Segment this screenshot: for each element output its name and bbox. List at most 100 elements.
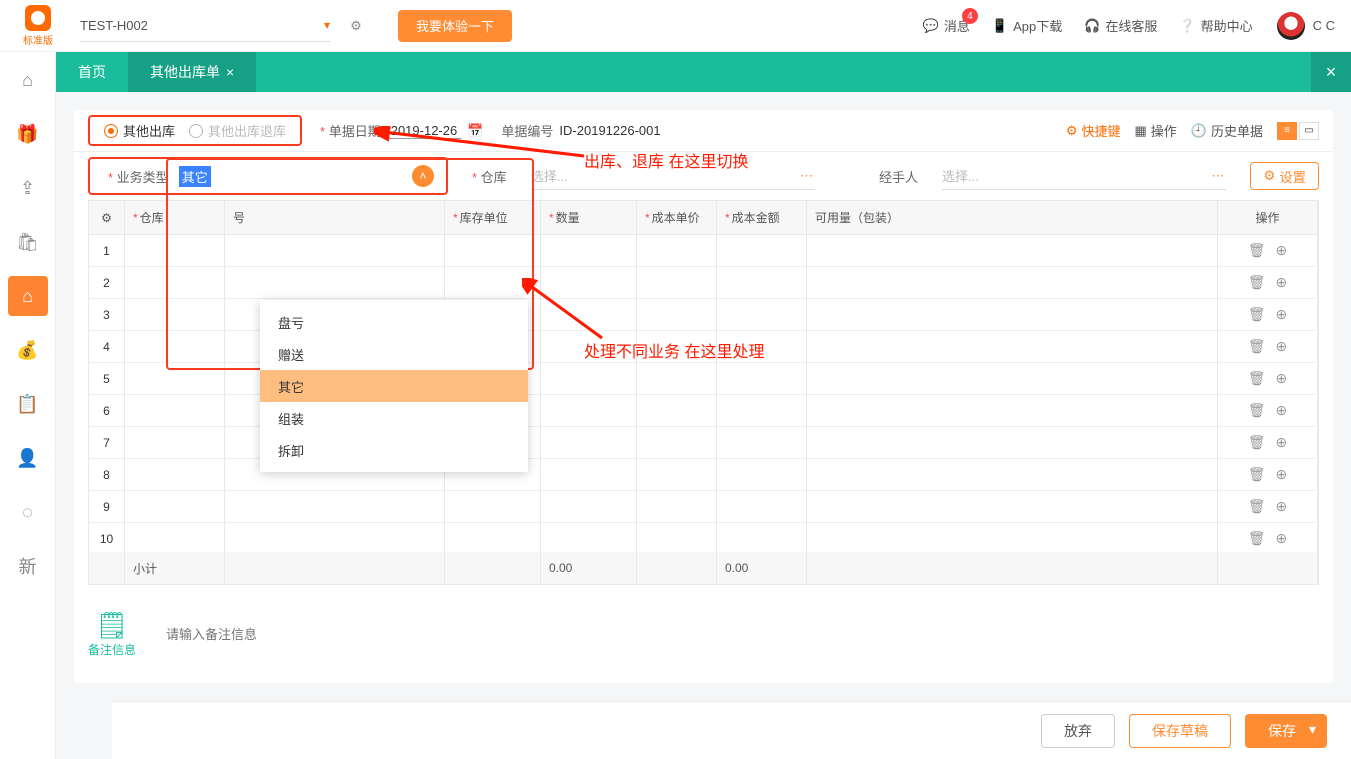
- history-link[interactable]: 🕘 历史单据: [1191, 121, 1263, 140]
- nav-home[interactable]: ⌂: [8, 60, 48, 100]
- dropdown-item[interactable]: 拆卸: [260, 434, 528, 466]
- dropdown-item[interactable]: 盘亏: [260, 306, 528, 338]
- app-download-link[interactable]: 📱 App下载: [992, 16, 1062, 35]
- add-row-icon[interactable]: ⊕: [1276, 306, 1288, 323]
- delete-icon[interactable]: 🗑: [1248, 530, 1266, 547]
- messages-badge: 4: [962, 8, 978, 24]
- table-row[interactable]: 1 🗑 ⊕: [89, 235, 1318, 267]
- add-row-icon[interactable]: ⊕: [1276, 530, 1288, 547]
- nav-clipboard[interactable]: 📋: [8, 384, 48, 424]
- discard-button[interactable]: 放弃: [1041, 714, 1115, 748]
- add-row-icon[interactable]: ⊕: [1276, 498, 1288, 515]
- nav-contact[interactable]: 👤: [8, 438, 48, 478]
- add-row-icon[interactable]: ⊕: [1276, 434, 1288, 451]
- doc-date-field: 单据日期 2019-12-26 📅: [320, 121, 483, 140]
- row-index: 1: [89, 235, 125, 266]
- row-actions: 🗑⊕: [1218, 427, 1318, 458]
- add-row-icon[interactable]: ⊕: [1276, 338, 1288, 355]
- online-service-link[interactable]: 🎧 在线客服: [1084, 16, 1157, 35]
- close-icon[interactable]: ×: [226, 64, 234, 80]
- handler-label: 经手人: [879, 167, 918, 186]
- phone-icon: 📱: [992, 18, 1008, 34]
- nav-upload[interactable]: ⇪: [8, 168, 48, 208]
- gear-icon: ⚙: [1066, 123, 1078, 139]
- delete-icon[interactable]: 🗑: [1248, 498, 1266, 515]
- add-row-icon[interactable]: ⊕: [1276, 402, 1288, 419]
- subtotal-qty: 0.00: [541, 552, 637, 584]
- messages-link[interactable]: 💬 消息 4: [923, 16, 970, 35]
- nav-bag[interactable]: 🛍: [8, 222, 48, 262]
- warehouse-select[interactable]: 选择... ⋯: [531, 162, 815, 190]
- nav-warehouse[interactable]: ⌂: [8, 276, 48, 316]
- radio-return-label: 其他出库退库: [208, 121, 286, 140]
- row-index: 7: [89, 427, 125, 458]
- close-all-tabs[interactable]: ×: [1311, 52, 1351, 92]
- add-row-icon[interactable]: ⊕: [1276, 370, 1288, 387]
- save-draft-button[interactable]: 保存草稿: [1129, 714, 1231, 748]
- help-label: 帮助中心: [1201, 16, 1253, 35]
- add-row-icon[interactable]: ⊕: [1276, 466, 1288, 483]
- dropdown-item[interactable]: 组装: [260, 402, 528, 434]
- view-card-button[interactable]: ▭: [1299, 122, 1319, 140]
- trial-button[interactable]: 我要体验一下: [398, 10, 512, 42]
- col-settings[interactable]: ⚙: [89, 201, 125, 234]
- delete-icon[interactable]: 🗑: [1248, 434, 1266, 451]
- help-center-link[interactable]: ❔ 帮助中心: [1179, 16, 1252, 35]
- operate-link[interactable]: ▦ 操作: [1134, 121, 1176, 140]
- docno-label: 单据编号: [501, 121, 553, 140]
- shortcut-link[interactable]: ⚙ 快捷键: [1066, 121, 1121, 140]
- delete-icon[interactable]: 🗑: [1248, 402, 1266, 419]
- save-button[interactable]: 保存: [1245, 714, 1327, 748]
- business-type-field[interactable]: 业务类型 其它 ˄: [88, 157, 448, 195]
- row-actions: 🗑⊕: [1218, 395, 1318, 426]
- col-unit: *库存单位: [445, 201, 541, 234]
- operate-label: 操作: [1151, 121, 1177, 140]
- org-settings-button[interactable]: ⚙: [342, 12, 370, 40]
- username: C C: [1313, 18, 1335, 33]
- delete-icon[interactable]: 🗑: [1248, 306, 1266, 323]
- more-icon: ⋯: [1211, 168, 1226, 184]
- table-row[interactable]: 2🗑⊕: [89, 267, 1318, 299]
- calendar-icon[interactable]: 📅: [467, 123, 483, 139]
- nav-refresh[interactable]: ◌: [8, 492, 48, 532]
- remark-input[interactable]: [166, 627, 1319, 642]
- col-qty: *数量: [541, 201, 637, 234]
- chat-icon: 💬: [923, 18, 939, 34]
- add-row-icon[interactable]: ⊕: [1276, 274, 1288, 291]
- delete-icon[interactable]: 🗑: [1248, 274, 1266, 291]
- form-header-row: 其他出库 其他出库退库 单据日期 2019-12-26 📅 单据编号 ID-20…: [74, 110, 1333, 152]
- org-selector[interactable]: TEST-H002 ▾: [80, 10, 330, 42]
- nav-gift[interactable]: 🎁: [8, 114, 48, 154]
- headset-icon: 🎧: [1084, 18, 1100, 34]
- dropdown-item[interactable]: 赠送: [260, 338, 528, 370]
- delete-icon[interactable]: 🗑: [1248, 242, 1266, 259]
- settings-button[interactable]: ⚙ 设置: [1250, 162, 1319, 190]
- delete-icon[interactable]: 🗑: [1248, 466, 1266, 483]
- radio-outbound-label: 其他出库: [123, 121, 175, 140]
- history-label: 历史单据: [1211, 121, 1263, 140]
- row-actions: 🗑⊕: [1218, 331, 1318, 362]
- view-list-button[interactable]: ≡: [1277, 122, 1297, 140]
- row-index: 3: [89, 299, 125, 330]
- settings-label: 设置: [1279, 167, 1306, 186]
- radio-outbound-return[interactable]: 其他出库退库: [189, 121, 286, 140]
- dropdown-item[interactable]: 其它: [260, 370, 528, 402]
- tab-home[interactable]: 首页: [56, 52, 128, 92]
- add-row-icon[interactable]: ⊕: [1276, 242, 1288, 259]
- delete-icon[interactable]: 🗑: [1248, 338, 1266, 355]
- nav-money[interactable]: 💰: [8, 330, 48, 370]
- user-avatar[interactable]: [1277, 12, 1305, 40]
- date-value[interactable]: 2019-12-26: [387, 123, 462, 139]
- nav-new[interactable]: 新: [8, 546, 48, 586]
- table-row[interactable]: 9🗑⊕: [89, 491, 1318, 523]
- handler-select[interactable]: 选择... ⋯: [942, 162, 1226, 190]
- business-type-dropdown: 盘亏赠送其它组装拆卸: [260, 300, 528, 472]
- outbound-type-radio-group: 其他出库 其他出库退库: [88, 115, 302, 146]
- table-row[interactable]: 10🗑⊕: [89, 523, 1318, 552]
- delete-icon[interactable]: 🗑: [1248, 370, 1266, 387]
- logo-icon: [25, 5, 51, 31]
- radio-outbound[interactable]: 其他出库: [104, 121, 175, 140]
- brand-logo: 标准版: [16, 5, 60, 47]
- tab-other-outbound[interactable]: 其他出库单 ×: [128, 52, 256, 92]
- chevron-up-icon: ˄: [412, 165, 434, 187]
